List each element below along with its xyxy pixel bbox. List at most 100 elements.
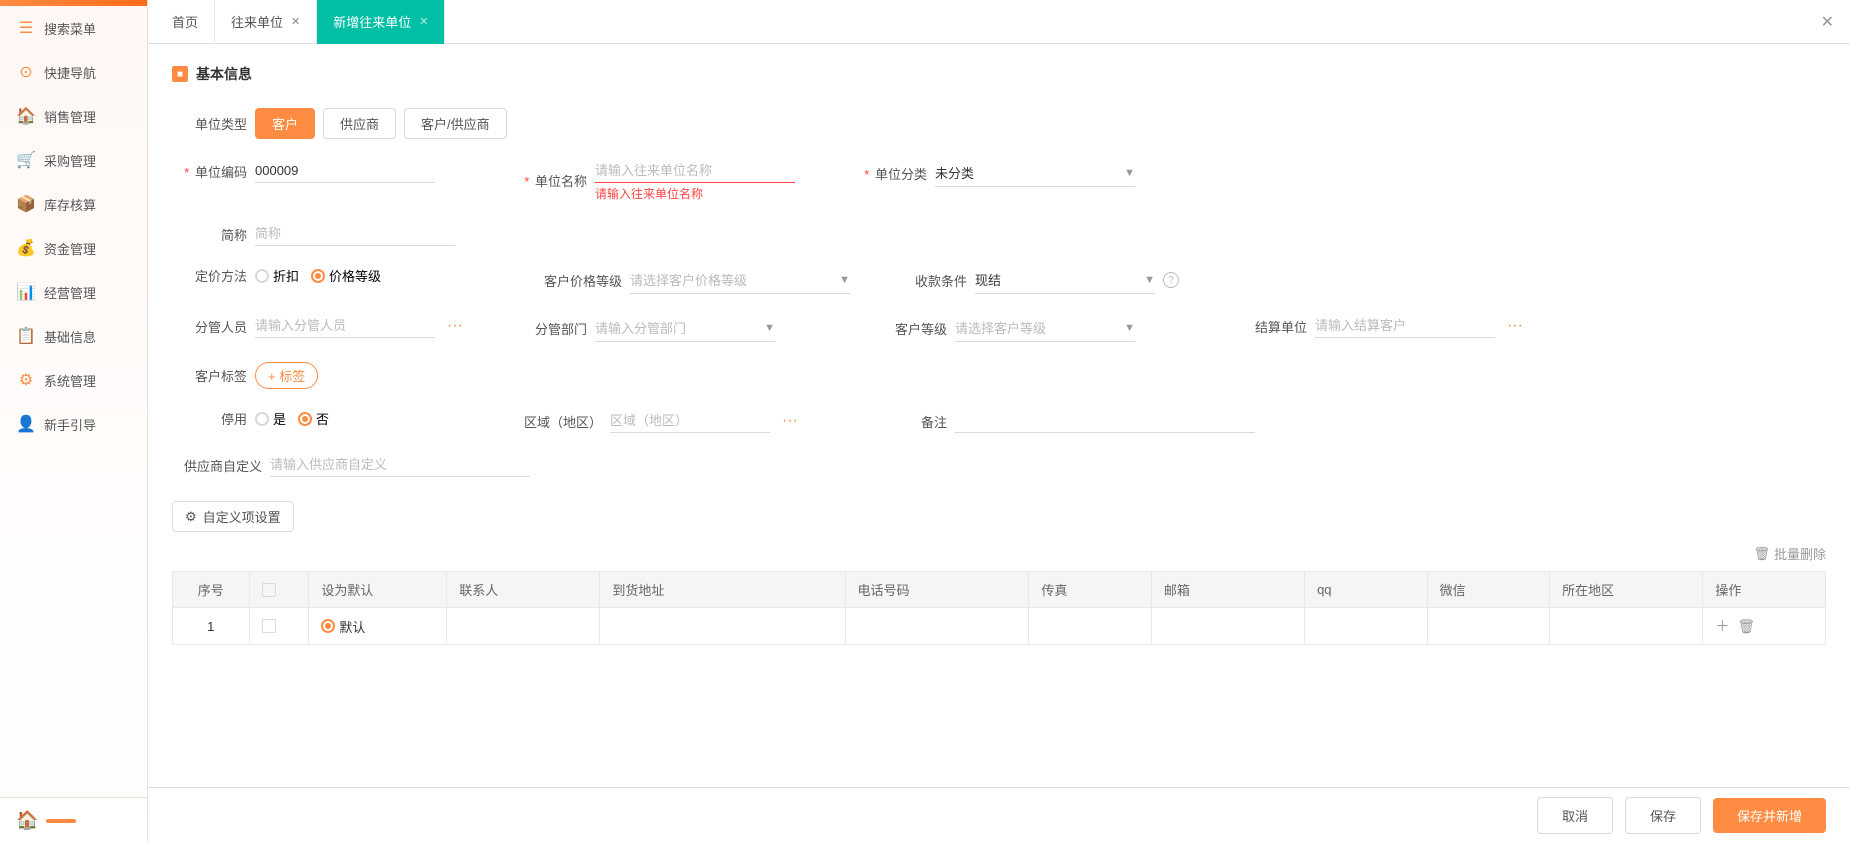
sidebar-item-search[interactable]: ☰ 搜索菜单 xyxy=(0,6,147,50)
row-fax[interactable] xyxy=(1029,608,1152,645)
sidebar-item-label: 系统管理 xyxy=(44,371,96,390)
customer-level-field: 客户等级 请选择客户等级 ▼ xyxy=(872,314,1232,342)
chart-icon: 📊 xyxy=(16,282,36,302)
radio-discount[interactable]: 折扣 xyxy=(255,266,299,285)
sidebar-item-label: 经营管理 xyxy=(44,283,96,302)
sidebar-item-quicknav[interactable]: ⊙ 快捷导航 xyxy=(0,50,147,94)
sidebar-item-purchase[interactable]: 🛒 采购管理 xyxy=(0,138,147,182)
tab-home[interactable]: 首页 xyxy=(156,0,215,44)
manager-more-btn[interactable]: ··· xyxy=(443,317,467,335)
radio-disabled-yes-label: 是 xyxy=(273,409,286,428)
row-default-cell: 默认 xyxy=(309,608,447,645)
settlement-unit-field: 结算单位 ··· xyxy=(1232,314,1632,338)
save-and-new-button[interactable]: 保存并新增 xyxy=(1713,798,1826,833)
radio-disabled-no-circle xyxy=(298,412,312,426)
sidebar-item-inventory[interactable]: 📦 库存核算 xyxy=(0,182,147,226)
radio-disabled-yes[interactable]: 是 xyxy=(255,409,286,428)
cancel-button[interactable]: 取消 xyxy=(1537,797,1613,834)
unit-category-required: * xyxy=(864,167,869,182)
department-field: 分管部门 请输入分管部门 ▼ xyxy=(512,314,872,342)
sidebar-item-operations[interactable]: 📊 经营管理 xyxy=(0,270,147,314)
tag-add-label: + 标签 xyxy=(268,366,305,385)
row-contact[interactable] xyxy=(447,608,600,645)
region-input[interactable] xyxy=(610,409,770,433)
region-label: 区域（地区） xyxy=(512,412,602,431)
unit-btn-both[interactable]: 客户/供应商 xyxy=(404,108,507,139)
row-default-radio[interactable]: 默认 xyxy=(321,617,434,636)
row-address[interactable] xyxy=(600,608,845,645)
customer-price-level-label: 客户价格等级 xyxy=(532,271,622,290)
sidebar-item-finance[interactable]: 💰 资金管理 xyxy=(0,226,147,270)
payment-terms-value: 现结 xyxy=(975,270,1140,289)
customer-level-arrow: ▼ xyxy=(1124,322,1135,334)
row-phone[interactable] xyxy=(845,608,1029,645)
customer-price-level-arrow: ▼ xyxy=(839,274,850,286)
col-action: 操作 xyxy=(1703,572,1826,608)
sidebar-item-system[interactable]: ⚙ 系统管理 xyxy=(0,358,147,402)
row-default-radio-circle xyxy=(321,619,335,633)
sidebar-item-label: 快捷导航 xyxy=(44,63,96,82)
row-wechat[interactable] xyxy=(1427,608,1550,645)
sidebar-item-sales[interactable]: 🏠 销售管理 xyxy=(0,94,147,138)
row-phone-input[interactable] xyxy=(858,619,1017,634)
customer-price-level-select[interactable]: 请选择客户价格等级 ▼ xyxy=(630,266,850,294)
batch-delete-button[interactable]: 🗑 批量删除 xyxy=(1753,544,1826,563)
supplier-custom-input[interactable] xyxy=(270,453,530,477)
sidebar-item-base-info[interactable]: 📋 基础信息 xyxy=(0,314,147,358)
row-wechat-input[interactable] xyxy=(1440,619,1538,634)
payment-terms-info-icon[interactable]: ? xyxy=(1163,272,1179,288)
row-qq-input[interactable] xyxy=(1317,619,1415,634)
unit-code-input[interactable] xyxy=(255,159,435,183)
region-more-btn[interactable]: ··· xyxy=(778,412,802,430)
row-email[interactable] xyxy=(1151,608,1304,645)
sidebar-item-label: 库存核算 xyxy=(44,195,96,214)
tab-partners-close[interactable]: ✕ xyxy=(291,15,300,28)
row-add-btn[interactable]: ＋ xyxy=(1715,616,1729,636)
row-location[interactable] xyxy=(1550,608,1703,645)
contacts-table: 序号 设为默认 联系人 到货地址 电话号码 传真 邮箱 qq 微信 所在地区 xyxy=(172,571,1826,645)
unit-btn-supplier[interactable]: 供应商 xyxy=(323,108,396,139)
short-name-input[interactable] xyxy=(255,222,455,246)
department-select[interactable]: 请输入分管部门 ▼ xyxy=(595,314,775,342)
row-email-input[interactable] xyxy=(1164,619,1292,634)
col-seq: 序号 xyxy=(173,572,250,608)
payment-terms-select[interactable]: 现结 ▼ xyxy=(975,266,1155,294)
save-button[interactable]: 保存 xyxy=(1625,797,1701,834)
row-qq[interactable] xyxy=(1305,608,1428,645)
settlement-unit-input[interactable] xyxy=(1315,314,1495,338)
custom-settings-button[interactable]: ⚙ 自定义项设置 xyxy=(172,501,294,532)
radio-price-level[interactable]: 价格等级 xyxy=(311,266,381,285)
radio-disabled-no[interactable]: 否 xyxy=(298,409,329,428)
customer-level-select[interactable]: 请选择客户等级 ▼ xyxy=(955,314,1135,342)
table-select-all[interactable] xyxy=(262,583,276,597)
tab-close-all-button[interactable]: ✕ xyxy=(1813,8,1842,36)
sidebar-item-newbie[interactable]: 👤 新手引导 xyxy=(0,402,147,446)
tab-bar: 首页 往来单位 ✕ 新增往来单位 ✕ ✕ xyxy=(148,0,1850,44)
section-title: ■ 基本信息 xyxy=(172,64,1826,84)
customer-tag-add-btn[interactable]: + 标签 xyxy=(255,362,318,389)
tab-new-partner[interactable]: 新增往来单位 ✕ xyxy=(317,0,445,44)
remark-input[interactable] xyxy=(955,409,1255,433)
row-actions: ＋ 🗑 xyxy=(1703,608,1826,645)
unit-category-select[interactable]: 未分类 ▼ xyxy=(935,159,1135,187)
row-checkbox[interactable] xyxy=(262,619,276,633)
unit-btn-customer[interactable]: 客户 xyxy=(255,108,315,139)
unit-code-required: * xyxy=(184,165,189,180)
tab-partners[interactable]: 往来单位 ✕ xyxy=(215,0,317,44)
unit-name-input[interactable] xyxy=(595,159,795,183)
manager-field: 分管人员 ··· xyxy=(172,314,512,338)
row-action-group: ＋ 🗑 xyxy=(1715,616,1813,636)
manager-input[interactable] xyxy=(255,314,435,338)
col-location: 所在地区 xyxy=(1550,572,1703,608)
money-icon: 💰 xyxy=(16,238,36,258)
row-delete-btn[interactable]: 🗑 xyxy=(1737,618,1755,635)
tab-new-partner-close[interactable]: ✕ xyxy=(419,15,428,28)
settlement-unit-more-btn[interactable]: ··· xyxy=(1503,317,1527,335)
row-fax-input[interactable] xyxy=(1041,619,1139,634)
row-address-input[interactable] xyxy=(612,619,832,634)
settlement-unit-label: 结算单位 xyxy=(1232,317,1307,336)
row-location-input[interactable] xyxy=(1562,619,1690,634)
supplier-custom-field: 供应商自定义 xyxy=(172,453,572,477)
row-supplier-custom: 供应商自定义 xyxy=(172,453,1826,477)
row-contact-input[interactable] xyxy=(459,619,587,634)
